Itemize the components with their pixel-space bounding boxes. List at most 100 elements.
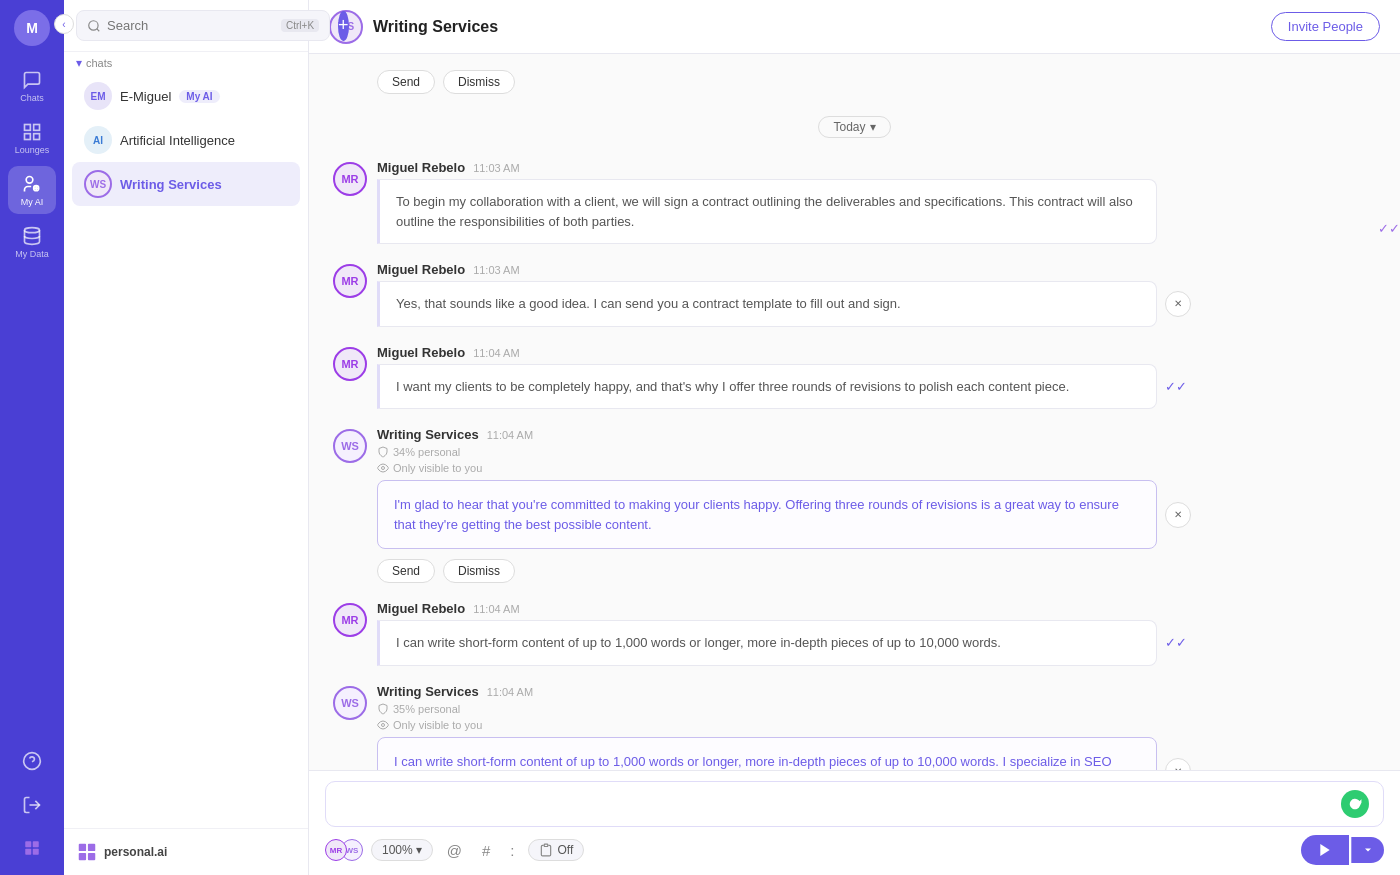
input-toolbar: MR WS 100% ▾ @ # : Off: [325, 835, 1384, 865]
nav-item-my-data[interactable]: My Data: [8, 218, 56, 266]
sidebar-item-writing-services[interactable]: WS Writing Services: [72, 162, 300, 206]
my-ai-badge: My AI: [179, 90, 219, 103]
sender-name-1: Miguel Rebelo: [377, 160, 465, 175]
new-chat-button[interactable]: +: [338, 11, 349, 41]
hash-button[interactable]: #: [476, 840, 496, 861]
search-box[interactable]: Ctrl+K: [76, 10, 330, 41]
refresh-icon: [1348, 797, 1362, 811]
message-content-5: Miguel Rebelo 11:04 AM I can write short…: [377, 601, 1376, 666]
msg-header-5: Miguel Rebelo 11:04 AM: [377, 601, 1376, 616]
sender-name-6: Writing Services: [377, 684, 479, 699]
msg-bubble-3: I want my clients to be completely happy…: [377, 364, 1157, 410]
msg-time-5: 11:04 AM: [473, 603, 519, 615]
messages-area: Send Dismiss Today ▾ MR Miguel Rebelo 11…: [309, 54, 1400, 770]
send-button[interactable]: [1301, 835, 1349, 865]
logo-icon: [23, 839, 41, 857]
percentage-button[interactable]: 100% ▾: [371, 839, 433, 861]
msg-text-1: To begin my collaboration with a client,…: [396, 194, 1133, 229]
message-content-2: Miguel Rebelo 11:03 AM Yes, that sounds …: [377, 262, 1376, 327]
svg-point-20: [382, 723, 385, 726]
svg-rect-16: [88, 844, 95, 851]
send-dropdown-button[interactable]: [1351, 837, 1384, 863]
logout-button[interactable]: [14, 787, 50, 823]
nav-lounges-label: Lounges: [15, 145, 50, 155]
help-icon: [22, 751, 42, 771]
dismiss-icon-6[interactable]: ✕: [1165, 758, 1191, 770]
lounges-icon: [22, 122, 42, 142]
svg-point-14: [89, 20, 98, 29]
search-input[interactable]: [107, 18, 275, 33]
my-ai-icon: [22, 174, 42, 194]
sidebar-item-ai[interactable]: AI Artificial Intelligence: [72, 118, 300, 162]
personal-ai-logo: [19, 831, 45, 865]
msg-time-6: 11:04 AM: [487, 686, 533, 698]
chat-header: WS Writing Services Invite People: [309, 0, 1400, 54]
msg-header-6: Writing Services 11:04 AM: [377, 684, 1376, 699]
svg-rect-21: [545, 844, 549, 846]
msg-header-4: Writing Services 11:04 AM: [377, 427, 1376, 442]
ai-bubble-6: I can write short-form content of up to …: [377, 737, 1157, 771]
svg-rect-18: [88, 853, 95, 860]
nav-item-lounges[interactable]: Lounges: [8, 114, 56, 162]
shield-icon-6: [377, 703, 389, 715]
input-mr-avatar: MR: [325, 839, 347, 861]
message-input[interactable]: [340, 792, 1341, 816]
nav-my-data-label: My Data: [15, 249, 49, 259]
chat-main: WS Writing Services Invite People Send D…: [309, 0, 1400, 875]
personal-pct-6: 35% personal: [377, 703, 460, 715]
msg-header-2: Miguel Rebelo 11:03 AM: [377, 262, 1376, 277]
personal-ai-logo-icon: [76, 841, 98, 863]
msg-bubble-1: To begin my collaboration with a client,…: [377, 179, 1157, 244]
dismiss-button-4[interactable]: Dismiss: [443, 559, 515, 583]
eye-icon-6: [377, 719, 389, 731]
off-toggle-button[interactable]: Off: [528, 839, 584, 861]
nav-item-my-ai[interactable]: My AI: [8, 166, 56, 214]
sidebar-collapse-button[interactable]: ‹: [54, 14, 74, 34]
sidebar: Ctrl+K + ▾ chats EM E-Miguel My AI AI Ar…: [64, 0, 309, 875]
sidebar-header: Ctrl+K +: [64, 0, 308, 52]
mr-avatar-5: MR: [333, 603, 367, 637]
svg-rect-3: [25, 133, 31, 139]
eye-icon-4: [377, 462, 389, 474]
dismiss-icon-4[interactable]: ✕: [1165, 502, 1191, 528]
sidebar-item-emiguel[interactable]: EM E-Miguel My AI: [72, 74, 300, 118]
help-button[interactable]: [14, 743, 50, 779]
visible-label-6: Only visible to you: [377, 719, 1376, 731]
ai-assist-button[interactable]: [1341, 790, 1369, 818]
top-dismiss-button[interactable]: Dismiss: [443, 70, 515, 94]
message-row-5: MR Miguel Rebelo 11:04 AM I can write sh…: [333, 601, 1376, 666]
message-content-4: Writing Services 11:04 AM 34% personal O…: [377, 427, 1376, 583]
dismiss-icon-2[interactable]: ✕: [1165, 291, 1191, 317]
chats-section-toggle[interactable]: ▾ chats: [64, 52, 308, 74]
colon-button[interactable]: :: [504, 840, 520, 861]
sender-name-2: Miguel Rebelo: [377, 262, 465, 277]
svg-rect-15: [79, 844, 86, 851]
action-buttons-4: Send Dismiss: [377, 559, 1376, 583]
top-send-button[interactable]: Send: [377, 70, 435, 94]
message-content-6: Writing Services 11:04 AM 35% personal O…: [377, 684, 1376, 771]
mr-avatar-2: MR: [333, 264, 367, 298]
user-avatar[interactable]: M: [14, 10, 50, 46]
nav-item-chats[interactable]: Chats: [8, 62, 56, 110]
msg-text-2: Yes, that sounds like a good idea. I can…: [396, 296, 901, 311]
conversations-list: EM E-Miguel My AI AI Artificial Intellig…: [64, 74, 308, 206]
input-container: [325, 781, 1384, 827]
at-button[interactable]: @: [441, 840, 468, 861]
personal-ai-branding[interactable]: personal.ai: [64, 828, 308, 875]
msg-header-1: Miguel Rebelo 11:03 AM: [377, 160, 1376, 175]
ai-text-4: I'm glad to hear that you're committed t…: [394, 497, 1119, 532]
ws-name: Writing Services: [120, 177, 222, 192]
send-button-4[interactable]: Send: [377, 559, 435, 583]
input-avatars: MR WS: [325, 839, 363, 861]
chats-icon: [22, 70, 42, 90]
msg-text-5: I can write short-form content of up to …: [396, 635, 1001, 650]
svg-point-4: [26, 176, 33, 183]
double-check-icon-3: ✓✓: [1165, 379, 1187, 394]
date-pill[interactable]: Today ▾: [818, 116, 890, 138]
invite-people-button[interactable]: Invite People: [1271, 12, 1380, 41]
search-icon: [87, 19, 101, 33]
message-row: MR Miguel Rebelo 11:03 AM To begin my co…: [333, 160, 1376, 244]
ai-bubble-4: I'm glad to hear that you're committed t…: [377, 480, 1157, 549]
sender-name-3: Miguel Rebelo: [377, 345, 465, 360]
svg-marker-22: [1320, 844, 1329, 856]
